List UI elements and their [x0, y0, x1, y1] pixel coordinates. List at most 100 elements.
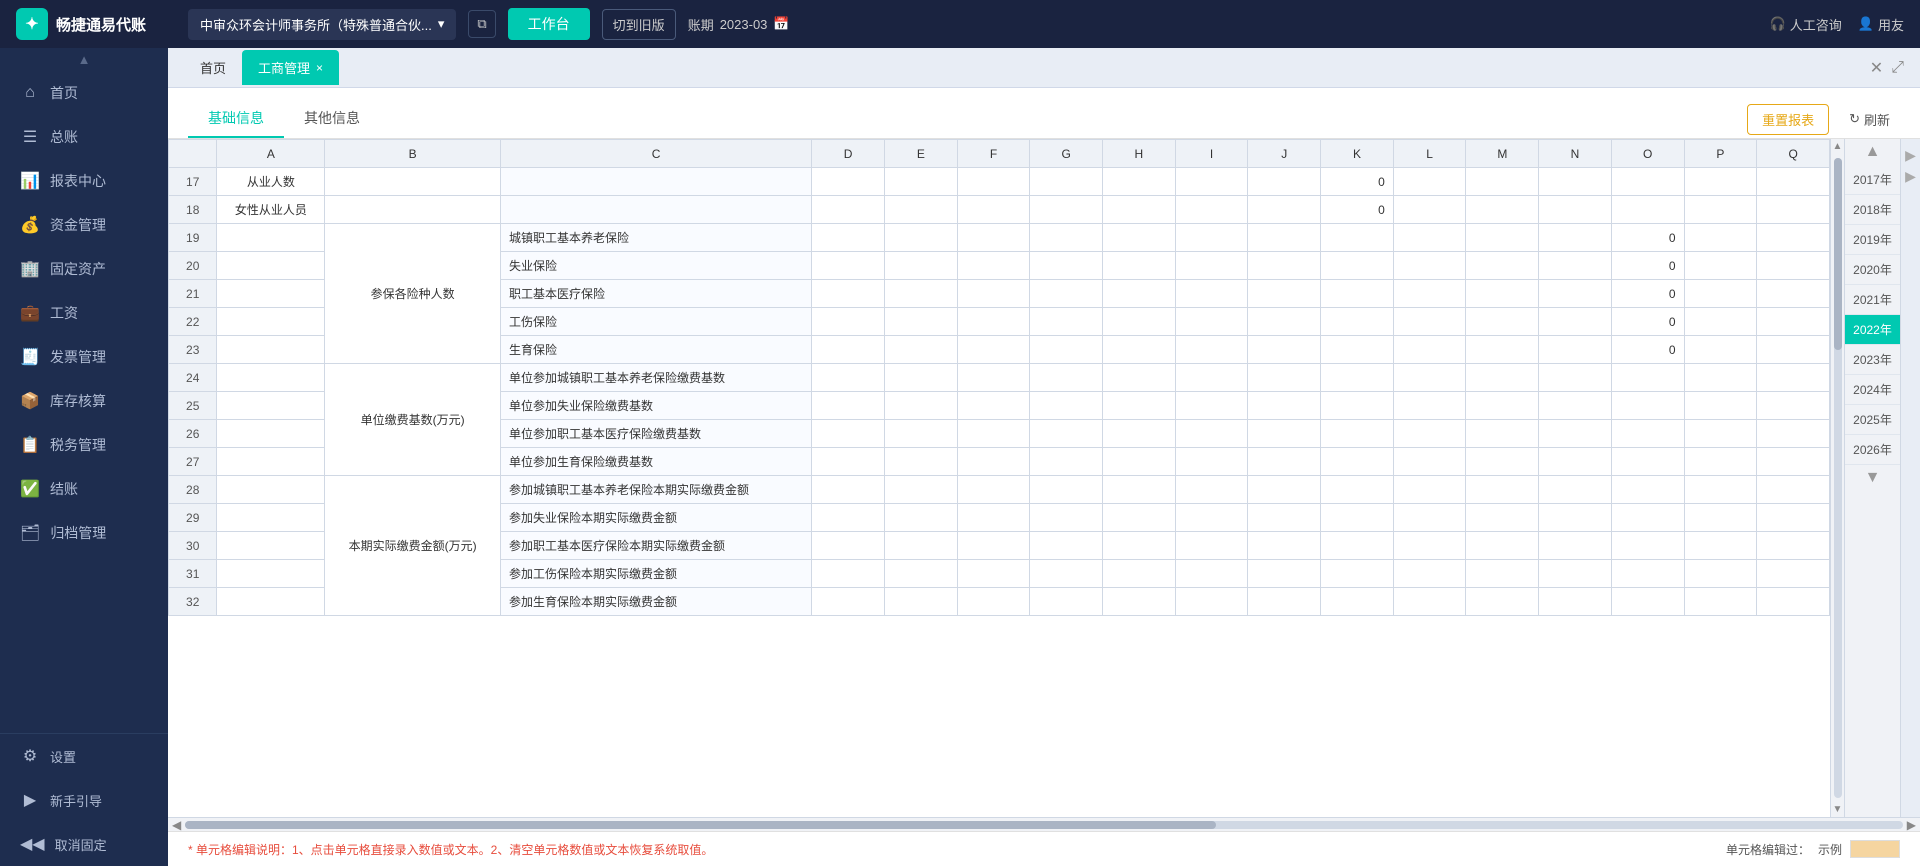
h-scroll-thumb[interactable] — [185, 821, 1216, 829]
user-avatar[interactable]: 👤 用友 — [1858, 15, 1904, 34]
cell-b[interactable]: 参保各险种人数 — [325, 224, 501, 364]
cell-m[interactable] — [1466, 308, 1539, 336]
cell-k[interactable] — [1321, 364, 1394, 392]
cell-m[interactable] — [1466, 252, 1539, 280]
cell-e[interactable] — [884, 532, 957, 560]
cell-j[interactable] — [1248, 532, 1321, 560]
cell-p[interactable] — [1684, 168, 1757, 196]
cell-c[interactable]: 参加职工基本医疗保险本期实际缴费金额 — [500, 532, 811, 560]
cell-o[interactable] — [1611, 420, 1684, 448]
cell-p[interactable] — [1684, 196, 1757, 224]
cell-h[interactable] — [1103, 364, 1176, 392]
cell-c[interactable]: 参加城镇职工基本养老保险本期实际缴费金额 — [500, 476, 811, 504]
cell-c[interactable]: 单位参加职工基本医疗保险缴费基数 — [500, 420, 811, 448]
cell-m[interactable] — [1466, 168, 1539, 196]
cell-o[interactable] — [1611, 560, 1684, 588]
cell-e[interactable] — [884, 196, 957, 224]
cell-g[interactable] — [1030, 252, 1103, 280]
cell-c[interactable]: 工伤保险 — [500, 308, 811, 336]
cell-h[interactable] — [1103, 336, 1176, 364]
cell-o[interactable]: 0 — [1611, 336, 1684, 364]
collapse-right-icon[interactable]: ▶ — [1905, 147, 1916, 164]
cell-l[interactable] — [1393, 532, 1466, 560]
sidebar-item-archive[interactable]: 🗂 归档管理 — [0, 511, 168, 555]
copy-icon-btn[interactable]: ⧉ — [468, 10, 495, 38]
v-scroll-thumb[interactable] — [1834, 158, 1842, 350]
cell-m[interactable] — [1466, 280, 1539, 308]
cell-l[interactable] — [1393, 392, 1466, 420]
cell-a[interactable] — [217, 336, 325, 364]
sidebar-scroll-up[interactable]: ▲ — [0, 48, 168, 71]
sidebar-item-tax[interactable]: 📋 税务管理 — [0, 423, 168, 467]
cell-f[interactable] — [957, 168, 1030, 196]
year-button[interactable]: 2026年 — [1845, 435, 1900, 465]
cell-f[interactable] — [957, 336, 1030, 364]
cell-a[interactable] — [217, 224, 325, 252]
cell-m[interactable] — [1466, 448, 1539, 476]
sidebar-item-invoice[interactable]: 🧾 发票管理 — [0, 335, 168, 379]
cell-m[interactable] — [1466, 420, 1539, 448]
cell-o[interactable] — [1611, 364, 1684, 392]
cell-j[interactable] — [1248, 364, 1321, 392]
cell-a[interactable] — [217, 252, 325, 280]
cell-e[interactable] — [884, 504, 957, 532]
cell-n[interactable] — [1539, 364, 1612, 392]
cell-a[interactable] — [217, 364, 325, 392]
sidebar-item-closing[interactable]: ✅ 结账 — [0, 467, 168, 511]
cell-i[interactable] — [1175, 224, 1248, 252]
cell-h[interactable] — [1103, 196, 1176, 224]
cell-n[interactable] — [1539, 448, 1612, 476]
cell-l[interactable] — [1393, 588, 1466, 616]
cell-a[interactable] — [217, 392, 325, 420]
cell-c[interactable]: 单位参加城镇职工基本养老保险缴费基数 — [500, 364, 811, 392]
sidebar-item-reports[interactable]: 📊 报表中心 — [0, 159, 168, 203]
cell-q[interactable] — [1757, 476, 1830, 504]
sidebar-item-ledger[interactable]: ☰ 总账 — [0, 115, 168, 159]
cell-a[interactable]: 女性从业人员 — [217, 196, 325, 224]
cell-g[interactable] — [1030, 336, 1103, 364]
cell-m[interactable] — [1466, 476, 1539, 504]
horizontal-scrollbar[interactable]: ◀ ▶ — [168, 817, 1920, 831]
sidebar-item-unfix[interactable]: ◀◀ 取消固定 — [0, 822, 168, 866]
cell-q[interactable] — [1757, 280, 1830, 308]
cell-e[interactable] — [884, 252, 957, 280]
sidebar-item-settings[interactable]: ⚙ 设置 — [0, 734, 168, 778]
cell-o[interactable] — [1611, 504, 1684, 532]
cell-e[interactable] — [884, 168, 957, 196]
cell-f[interactable] — [957, 532, 1030, 560]
expand-window-icon[interactable]: ⤢ — [1891, 59, 1904, 77]
cell-g[interactable] — [1030, 560, 1103, 588]
cell-l[interactable] — [1393, 168, 1466, 196]
cell-d[interactable] — [812, 532, 885, 560]
cell-c[interactable]: 单位参加失业保险缴费基数 — [500, 392, 811, 420]
cell-f[interactable] — [957, 364, 1030, 392]
cell-k[interactable] — [1321, 448, 1394, 476]
expand-right-icon[interactable]: ▶ — [1905, 168, 1916, 185]
cell-i[interactable] — [1175, 364, 1248, 392]
cell-q[interactable] — [1757, 560, 1830, 588]
cell-n[interactable] — [1539, 560, 1612, 588]
cell-c[interactable]: 生育保险 — [500, 336, 811, 364]
cell-h[interactable] — [1103, 168, 1176, 196]
cell-o[interactable] — [1611, 448, 1684, 476]
cell-m[interactable] — [1466, 196, 1539, 224]
cell-a[interactable] — [217, 448, 325, 476]
year-panel-up[interactable]: ▲ — [1845, 139, 1900, 165]
cell-k[interactable]: 0 — [1321, 168, 1394, 196]
cell-q[interactable] — [1757, 532, 1830, 560]
cell-e[interactable] — [884, 392, 957, 420]
cell-g[interactable] — [1030, 448, 1103, 476]
cell-m[interactable] — [1466, 588, 1539, 616]
cell-n[interactable] — [1539, 420, 1612, 448]
cell-q[interactable] — [1757, 504, 1830, 532]
cell-n[interactable] — [1539, 280, 1612, 308]
cell-o[interactable] — [1611, 588, 1684, 616]
cell-i[interactable] — [1175, 476, 1248, 504]
cell-j[interactable] — [1248, 560, 1321, 588]
cell-j[interactable] — [1248, 392, 1321, 420]
cell-d[interactable] — [812, 588, 885, 616]
v-scroll-track[interactable] — [1834, 158, 1842, 798]
company-selector[interactable]: 中审众环会计师事务所（特殊普通合伙... ▾ — [188, 9, 456, 40]
cell-f[interactable] — [957, 560, 1030, 588]
cell-h[interactable] — [1103, 224, 1176, 252]
